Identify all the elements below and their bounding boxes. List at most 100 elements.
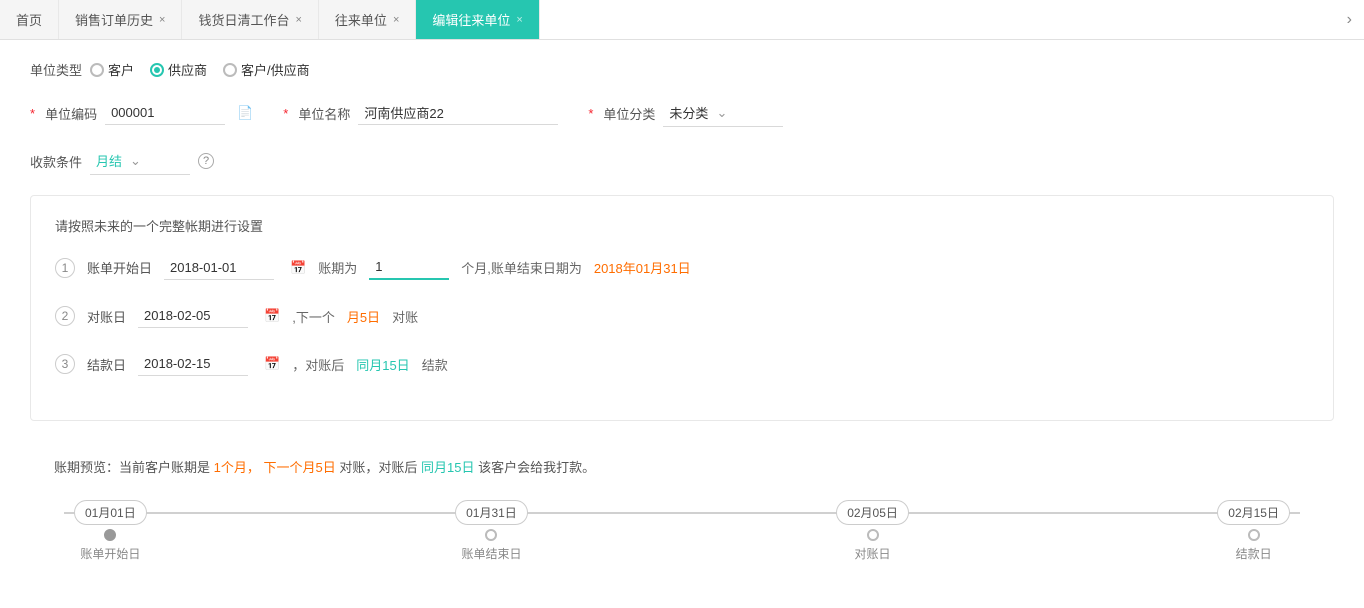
help-icon[interactable]: ? (198, 153, 214, 169)
timeline-circle-4 (1248, 529, 1260, 541)
preview-end-text: 该客户会给我打款。 (478, 460, 595, 475)
timeline-point-3: 02月05日 对账日 (836, 500, 909, 562)
radio-supplier-circle (150, 63, 164, 77)
reconcile-prefix: ,下一个 (292, 307, 335, 326)
timeline-date-2: 01月31日 (455, 500, 528, 525)
tab-edit-partner-close[interactable]: × (516, 14, 522, 26)
radio-customer-circle (90, 63, 104, 77)
reconcile-day-highlight: 月5日 (347, 307, 380, 326)
payment-prefix: ，对账后 (292, 355, 344, 374)
row-num-3: 3 (55, 354, 75, 374)
setting-row-1: 1 账单开始日 📅 账期为 个月,账单结束日期为 2018年01月31日 (55, 255, 1309, 280)
radio-supplier-label: 供应商 (168, 60, 207, 79)
row-num-2: 2 (55, 306, 75, 326)
unit-category-select[interactable]: 未分类 ⌄ (663, 99, 783, 127)
radio-customer-label: 客户 (108, 60, 134, 79)
tab-sales-history[interactable]: 销售订单历史 × (59, 0, 182, 39)
timeline-label-1: 账单开始日 (80, 545, 140, 562)
unit-name-input[interactable] (358, 101, 558, 125)
timeline-circle-3 (867, 529, 879, 541)
reconcile-date-input[interactable] (138, 304, 248, 328)
timeline-point-start: 01月01日 账单开始日 (74, 500, 147, 562)
radio-both-label: 客户/供应商 (241, 60, 310, 79)
main-content: 单位类型 客户 供应商 客户/供应商 * 单位编码 (0, 40, 1364, 608)
unit-type-label: 单位类型 (30, 60, 82, 79)
unit-name-label: 单位名称 (298, 104, 350, 123)
tab-edit-partner-label: 编辑往来单位 (432, 10, 510, 29)
payment-terms-select[interactable]: 月结 ⌄ (90, 147, 190, 175)
radio-supplier[interactable]: 供应商 (150, 60, 207, 79)
unit-category-arrow: ⌄ (716, 105, 727, 121)
unit-category-field: * 单位分类 未分类 ⌄ (588, 99, 783, 127)
timeline-date-3: 02月05日 (836, 500, 909, 525)
tab-bar: 首页 销售订单历史 × 钱货日清工作台 × 往来单位 × 编辑往来单位 × › (0, 0, 1364, 40)
unit-category-star: * (588, 106, 593, 121)
unit-type-field: 单位类型 客户 供应商 客户/供应商 (30, 60, 310, 79)
months-suffix: 个月,账单结束日期为 (461, 258, 582, 277)
payment-terms-label: 收款条件 (30, 152, 82, 171)
tab-partner-label: 往来单位 (335, 10, 387, 29)
unit-name-field: * 单位名称 (283, 101, 558, 125)
preview-reconcile-text: 对账，对账后 (339, 460, 417, 475)
unit-name-star: * (283, 106, 288, 121)
payment-date-cal[interactable]: 📅 (264, 356, 280, 372)
code-name-category-row: * 单位编码 📄 * 单位名称 * 单位分类 未分类 ⌄ (30, 99, 1334, 127)
tab-home-label: 首页 (16, 10, 42, 29)
setting-row-3: 3 结款日 📅 ，对账后 同月15日 结款 (55, 352, 1309, 376)
payment-terms-field: 收款条件 月结 ⌄ ? (30, 147, 214, 175)
unit-code-label: 单位编码 (45, 104, 97, 123)
timeline-date-4: 02月15日 (1217, 500, 1290, 525)
timeline-circle-2 (485, 529, 497, 541)
tab-home[interactable]: 首页 (0, 0, 59, 39)
tab-scroll-right[interactable]: › (1335, 0, 1364, 39)
preview-reconcile-day: 下一个月5日 (264, 460, 336, 475)
tab-partner-close[interactable]: × (393, 14, 399, 26)
tab-sales-history-label: 销售订单历史 (75, 10, 153, 29)
radio-customer[interactable]: 客户 (90, 60, 134, 79)
preview-label: 账期预览：当前客户账期是 (54, 460, 210, 475)
section-title: 请按照未来的一个完整帐期进行设置 (55, 216, 1309, 235)
tab-partner[interactable]: 往来单位 × (319, 0, 416, 39)
payment-day-highlight: 同月15日 (356, 355, 409, 374)
timeline-circle-1 (104, 529, 116, 541)
tab-sales-history-close[interactable]: × (159, 14, 165, 26)
unit-code-icon[interactable]: 📄 (237, 105, 253, 121)
period-prefix: 账期为 (318, 258, 357, 277)
timeline-points: 01月01日 账单开始日 01月31日 账单结束日 02月05日 对账日 02月… (74, 500, 1290, 562)
reconcile-date-cal[interactable]: 📅 (264, 308, 280, 324)
end-date-highlight: 2018年01月31日 (594, 258, 691, 277)
unit-code-field: * 单位编码 📄 (30, 101, 253, 125)
payment-date-input[interactable] (138, 352, 248, 376)
radio-both[interactable]: 客户/供应商 (223, 60, 310, 79)
row-num-1: 1 (55, 258, 75, 278)
preview-months: 1个月， (214, 460, 260, 475)
reconcile-suffix: 对账 (392, 307, 418, 326)
radio-group: 客户 供应商 客户/供应商 (90, 60, 310, 79)
tab-cash-work[interactable]: 钱货日清工作台 × (182, 0, 318, 39)
settings-section: 请按照未来的一个完整帐期进行设置 1 账单开始日 📅 账期为 个月,账单结束日期… (30, 195, 1334, 421)
payment-terms-value: 月结 (96, 151, 122, 170)
start-date-cal[interactable]: 📅 (290, 260, 306, 276)
timeline-wrapper: 01月01日 账单开始日 01月31日 账单结束日 02月05日 对账日 02月… (54, 500, 1310, 562)
unit-code-input[interactable] (105, 101, 225, 125)
row-label-3: 结款日 (87, 355, 126, 374)
preview-payment-day: 同月15日 (421, 460, 474, 475)
unit-category-label: 单位分类 (603, 104, 655, 123)
timeline-label-2: 账单结束日 (461, 545, 521, 562)
row-label-1: 账单开始日 (87, 258, 152, 277)
tab-cash-work-close[interactable]: × (295, 14, 301, 26)
start-date-input[interactable] (164, 256, 274, 280)
months-input[interactable] (369, 255, 449, 280)
row-label-2: 对账日 (87, 307, 126, 326)
payment-terms-arrow: ⌄ (130, 153, 141, 169)
tab-edit-partner[interactable]: 编辑往来单位 × (416, 0, 539, 39)
timeline-point-end: 02月15日 结款日 (1217, 500, 1290, 562)
radio-both-circle (223, 63, 237, 77)
unit-code-star: * (30, 106, 35, 121)
timeline-label-4: 结款日 (1236, 545, 1272, 562)
timeline-point-2: 01月31日 账单结束日 (455, 500, 528, 562)
payment-terms-row: 收款条件 月结 ⌄ ? (30, 147, 1334, 175)
unit-type-row: 单位类型 客户 供应商 客户/供应商 (30, 60, 1334, 79)
setting-row-2: 2 对账日 📅 ,下一个 月5日 对账 (55, 304, 1309, 328)
preview-section: 账期预览：当前客户账期是 1个月， 下一个月5日 对账，对账后 同月15日 该客… (30, 441, 1334, 578)
